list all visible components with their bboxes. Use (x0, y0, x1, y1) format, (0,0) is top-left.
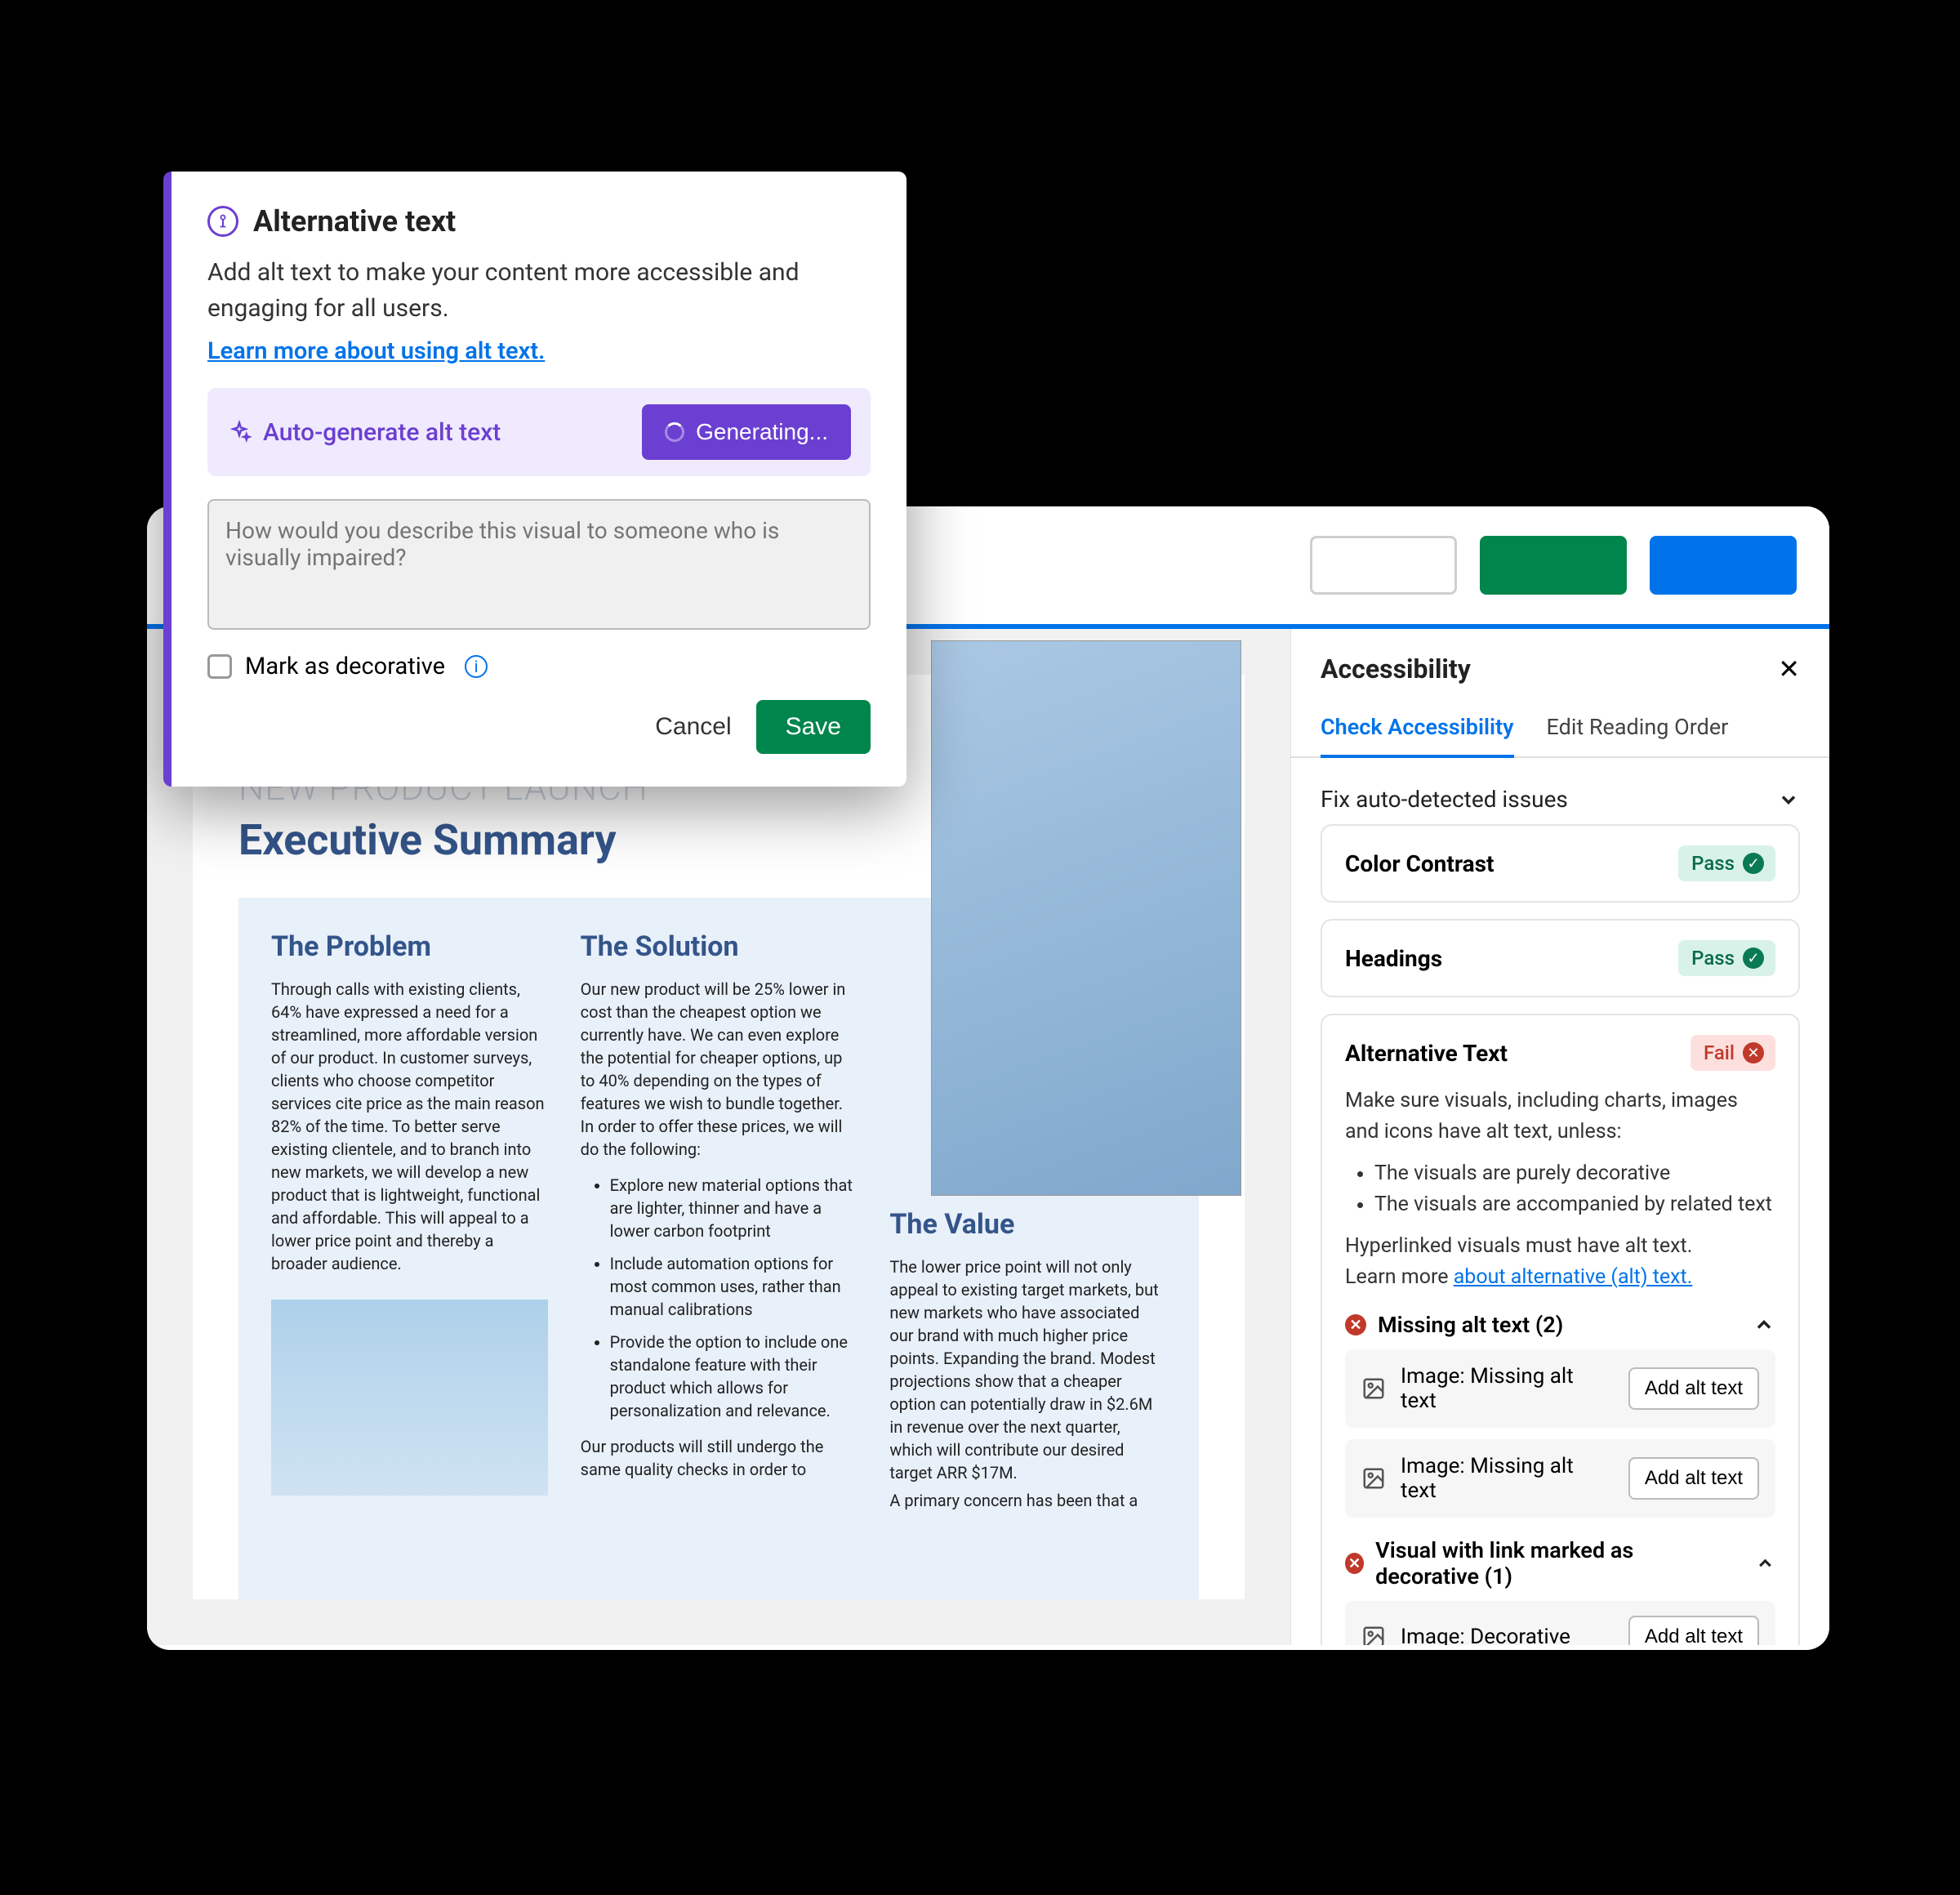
issue-row-2[interactable]: Image: Missing alt text Add alt text (1345, 1439, 1775, 1518)
modal-title: Alternative text (253, 204, 456, 239)
error-icon: ✕ (1345, 1553, 1364, 1574)
tab-edit-reading-order[interactable]: Edit Reading Order (1547, 699, 1729, 756)
card-headings[interactable]: Headings Pass✓ (1321, 919, 1800, 997)
toolbar-button-blue[interactable] (1650, 536, 1797, 595)
decorative-label: Mark as decorative (245, 653, 445, 680)
add-alt-text-button[interactable]: Add alt text (1628, 1616, 1759, 1645)
decorative-checkbox[interactable] (207, 654, 232, 679)
panel-tabs: Check Accessibility Edit Reading Order (1291, 699, 1829, 758)
card-color-contrast[interactable]: Color Contrast Pass✓ (1321, 824, 1800, 903)
solution-bullet-3: Provide the option to include one standa… (610, 1331, 858, 1422)
problem-body: Through calls with existing clients, 64%… (271, 978, 548, 1275)
decorative-link-header[interactable]: ✕ Visual with link marked as decorative … (1345, 1537, 1775, 1590)
image-icon (1361, 1376, 1386, 1401)
sky-image-placeholder (271, 1300, 548, 1496)
chevron-down-icon (1777, 788, 1800, 811)
generate-button[interactable]: Generating... (642, 404, 851, 460)
chevron-up-icon (1755, 1552, 1775, 1575)
toolbar-button-teal[interactable] (1480, 536, 1627, 595)
solution-intro: Our new product will be 25% lower in cos… (581, 978, 858, 1161)
image-icon (1361, 1466, 1386, 1491)
alt-text-input[interactable] (207, 499, 871, 630)
solution-heading: The Solution (581, 930, 858, 963)
tab-check-accessibility[interactable]: Check Accessibility (1321, 699, 1514, 758)
sparkle-icon (227, 420, 252, 444)
status-badge-fail: Fail✕ (1690, 1035, 1775, 1071)
status-badge-pass: Pass✓ (1678, 940, 1775, 976)
close-icon[interactable]: ✕ (1778, 653, 1800, 684)
building-image-placeholder (931, 640, 1241, 1196)
cancel-button[interactable]: Cancel (655, 713, 731, 741)
value-body-2: A primary concern has been that a (889, 1489, 1166, 1512)
status-badge-pass: Pass✓ (1678, 845, 1775, 881)
alt-text-label: Alternative Text (1345, 1040, 1508, 1067)
accessibility-panel: Accessibility ✕ Check Accessibility Edit… (1290, 629, 1829, 1645)
alt-text-modal: ⟟ Alternative text Add alt text to make … (163, 172, 906, 787)
col-solution: The Solution Our new product will be 25%… (581, 930, 858, 1567)
save-button[interactable]: Save (756, 700, 871, 754)
alt-learn-link[interactable]: about alternative (alt) text. (1454, 1265, 1693, 1289)
accessibility-icon: ⟟ (207, 206, 238, 237)
error-icon: ✕ (1345, 1314, 1366, 1335)
alt-hyperlink-note: Hyperlinked visuals must have alt text. (1345, 1231, 1775, 1262)
value-body-1: The lower price point will not only appe… (889, 1255, 1166, 1484)
issue-row-1[interactable]: Image: Missing alt text Add alt text (1345, 1349, 1775, 1428)
color-contrast-label: Color Contrast (1345, 850, 1494, 877)
solution-bullet-2: Include automation options for most comm… (610, 1252, 858, 1321)
solution-outro: Our products will still undergo the same… (581, 1435, 858, 1481)
alt-bullet-1: The visuals are purely decorative (1374, 1158, 1775, 1189)
panel-title: Accessibility (1321, 653, 1471, 684)
missing-alt-header[interactable]: ✕ Missing alt text (2) (1345, 1312, 1775, 1338)
solution-bullet-1: Explore new material options that are li… (610, 1174, 858, 1242)
image-icon (1361, 1625, 1386, 1645)
problem-heading: The Problem (271, 930, 548, 963)
card-alt-text: Alternative Text Fail✕ Make sure visuals… (1321, 1014, 1800, 1645)
alt-bullet-2: The visuals are accompanied by related t… (1374, 1189, 1775, 1220)
value-heading: The Value (889, 1208, 1166, 1241)
headings-label: Headings (1345, 945, 1442, 972)
spinner-icon (665, 422, 684, 442)
add-alt-text-button[interactable]: Add alt text (1628, 1367, 1759, 1410)
autogen-row: Auto-generate alt text Generating... (207, 388, 871, 476)
toolbar-button-outline[interactable] (1310, 536, 1457, 595)
alt-desc: Make sure visuals, including charts, ima… (1345, 1086, 1775, 1147)
modal-description: Add alt text to make your content more a… (207, 255, 871, 326)
learn-more-link[interactable]: Learn more about using alt text. (207, 337, 545, 365)
section-auto-issues[interactable]: Fix auto-detected issues (1321, 774, 1800, 824)
chevron-up-icon (1753, 1313, 1775, 1336)
add-alt-text-button[interactable]: Add alt text (1628, 1457, 1759, 1500)
autogen-label: Auto-generate alt text (263, 418, 501, 447)
auto-issues-label: Fix auto-detected issues (1321, 786, 1568, 813)
col-problem: The Problem Through calls with existing … (271, 930, 548, 1567)
info-icon[interactable]: i (465, 655, 488, 678)
issue-row-3[interactable]: Image: Decorative Add alt text (1345, 1601, 1775, 1645)
